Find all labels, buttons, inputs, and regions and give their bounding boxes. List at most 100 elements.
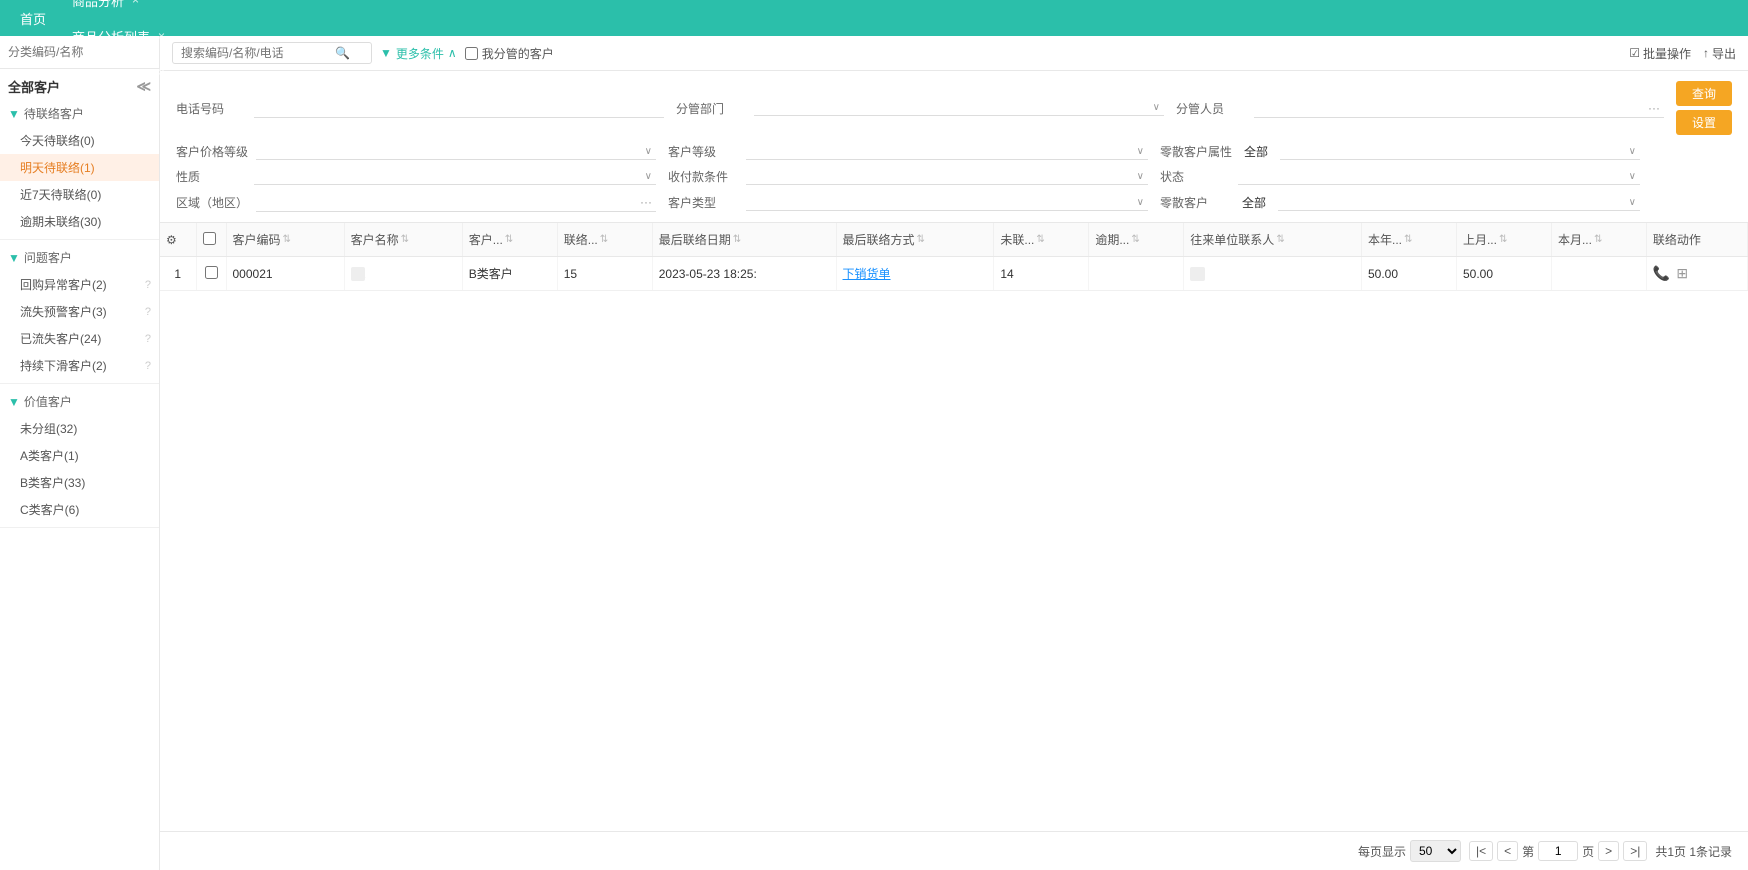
action-grid-icon[interactable]: ⊞ bbox=[1676, 265, 1688, 282]
sidebar-item-lost[interactable]: 已流失客户(24)? bbox=[0, 325, 159, 352]
col-overdue-label: 逾期... bbox=[1095, 231, 1129, 248]
filter-status-select[interactable]: ∨ bbox=[1238, 169, 1640, 185]
col-code-sort[interactable]: ⇅ bbox=[283, 234, 291, 245]
cell-contact-count: 15 bbox=[557, 257, 652, 291]
first-page-btn[interactable]: |< bbox=[1469, 841, 1493, 861]
nav-tab-close-product-analysis-list[interactable]: × bbox=[158, 29, 165, 43]
col-this-month-sort[interactable]: ⇅ bbox=[1594, 234, 1602, 245]
customer-name-masked: Ea bbox=[351, 267, 366, 281]
cell-last-contact-method[interactable]: 下销货单 bbox=[836, 257, 994, 291]
cell-overdue bbox=[1089, 257, 1184, 291]
settings-button[interactable]: 设置 bbox=[1676, 110, 1732, 135]
cell-this-month bbox=[1551, 257, 1646, 291]
filter-price-level-select[interactable]: ∨ bbox=[256, 144, 656, 160]
sidebar-group-value[interactable]: ▼价值客户 bbox=[0, 388, 159, 415]
nav-tab-product-analysis[interactable]: 商品分析× bbox=[60, 0, 177, 18]
filter-more-conditions[interactable]: ▼ 更多条件 ∧ bbox=[380, 45, 457, 62]
export-btn[interactable]: ↑ 导出 bbox=[1703, 45, 1736, 62]
filter-region-select[interactable]: ··· bbox=[256, 193, 656, 212]
filter-dept-select[interactable]: ∨ bbox=[754, 100, 1164, 116]
export-label: 导出 bbox=[1712, 45, 1736, 62]
col-checkbox[interactable] bbox=[196, 223, 226, 257]
filter-person-select[interactable]: ··· bbox=[1254, 99, 1664, 118]
sidebar-item-overdue[interactable]: 逾期未联络(30) bbox=[0, 208, 159, 235]
page-size-select[interactable]: 50 10 20 100 bbox=[1410, 840, 1461, 862]
filter-person-dots[interactable]: ··· bbox=[1648, 101, 1660, 115]
col-contact-count-label: 联络... bbox=[564, 231, 598, 248]
per-page-label: 每页显示 bbox=[1358, 843, 1406, 860]
table-body: 1 000021 Ea B类客户 15 2023-05-23 18:25: 下销… bbox=[160, 257, 1748, 291]
col-contact-count-sort[interactable]: ⇅ bbox=[600, 234, 608, 245]
col-type-sort[interactable]: ⇅ bbox=[505, 234, 513, 245]
filter-nature: 性质 ∨ bbox=[176, 168, 656, 185]
col-overdue-sort[interactable]: ⇅ bbox=[1131, 234, 1139, 245]
last-page-btn[interactable]: >| bbox=[1623, 841, 1647, 861]
bulk-ops-btn[interactable]: ☑ 批量操作 bbox=[1629, 45, 1691, 62]
group-title-problem: 问题客户 bbox=[24, 249, 72, 266]
sidebar-item-label-class-c: C类客户(6) bbox=[20, 501, 79, 518]
cell-last-contact-date: 2023-05-23 18:25: bbox=[652, 257, 836, 291]
col-action: 联络动作 bbox=[1646, 223, 1747, 257]
my-customers-checkbox[interactable] bbox=[465, 47, 478, 60]
filter-retail-attr-select[interactable]: ∨ bbox=[1280, 144, 1640, 160]
sidebar-item-tomorrow[interactable]: 明天待联络(1) bbox=[0, 154, 159, 181]
nav-tab-close-product-analysis[interactable]: × bbox=[132, 0, 139, 7]
sidebar-item-class-a[interactable]: A类客户(1) bbox=[0, 442, 159, 469]
sidebar-search-input[interactable] bbox=[8, 45, 160, 59]
col-name-label: 客户名称 bbox=[351, 231, 399, 248]
filter-chevron-up: ∧ bbox=[448, 46, 457, 60]
row-checkbox-0[interactable] bbox=[205, 266, 218, 279]
content-area: 🔍 ▼ 更多条件 ∧ 我分管的客户 ☑ 批量操作 ↑ 导出 bbox=[160, 36, 1748, 870]
pagination: |< < 第 页 > >| bbox=[1469, 841, 1647, 861]
filter-phone-input[interactable] bbox=[254, 99, 664, 118]
sidebar-item-today[interactable]: 今天待联络(0) bbox=[0, 127, 159, 154]
filter-dept: 分管部门 ∨ bbox=[676, 100, 1164, 117]
filter-retail-customer-select[interactable]: ∨ bbox=[1278, 195, 1640, 211]
filter-icon: ▼ bbox=[380, 46, 392, 60]
filter-search-input[interactable] bbox=[181, 46, 331, 60]
sidebar-item-repurchase-abnormal[interactable]: 回购异常客户(2)? bbox=[0, 271, 159, 298]
col-last-month-sort[interactable]: ⇅ bbox=[1499, 234, 1507, 245]
sidebar-group-problem[interactable]: ▼问题客户 bbox=[0, 244, 159, 271]
query-button[interactable]: 查询 bbox=[1676, 81, 1732, 106]
col-last-contact-date-sort[interactable]: ⇅ bbox=[733, 234, 741, 245]
action-phone-icon[interactable]: 📞 bbox=[1653, 265, 1670, 282]
sidebar-item-ungrouped[interactable]: 未分组(32) bbox=[0, 415, 159, 442]
filter-more-label: 更多条件 bbox=[396, 45, 444, 62]
col-partner-contact-sort[interactable]: ⇅ bbox=[1276, 234, 1284, 245]
col-name-sort[interactable]: ⇅ bbox=[401, 234, 409, 245]
filter-search-icon[interactable]: 🔍 bbox=[335, 46, 350, 60]
sidebar-item-continuous-down[interactable]: 持续下滑客户(2)? bbox=[0, 352, 159, 379]
my-customers-checkbox-area[interactable]: 我分管的客户 bbox=[465, 45, 554, 62]
filter-region-dots[interactable]: ··· bbox=[640, 195, 652, 209]
col-settings[interactable]: ⚙ bbox=[160, 223, 196, 257]
prev-page-btn[interactable]: < bbox=[1497, 841, 1518, 861]
nav-tab-close-customer-contact[interactable]: × bbox=[132, 101, 139, 115]
filter-payment-select[interactable]: ∨ bbox=[746, 169, 1148, 185]
filter-nature-select[interactable]: ∨ bbox=[254, 169, 656, 185]
select-all-checkbox[interactable] bbox=[203, 232, 216, 245]
col-this-year-sort[interactable]: ⇅ bbox=[1404, 234, 1412, 245]
data-table-container: ⚙ 客户编码 ⇅ 客户名称 bbox=[160, 223, 1748, 831]
filter-search-box[interactable]: 🔍 bbox=[172, 42, 372, 64]
next-page-btn[interactable]: > bbox=[1598, 841, 1619, 861]
col-settings-icon[interactable]: ⚙ bbox=[166, 233, 177, 247]
contact-method-link[interactable]: 下销货单 bbox=[843, 267, 891, 281]
col-no-contact-sort[interactable]: ⇅ bbox=[1036, 234, 1044, 245]
sidebar-item-week7[interactable]: 近7天待联络(0) bbox=[0, 181, 159, 208]
sidebar-item-label-class-a: A类客户(1) bbox=[20, 447, 79, 464]
nav-tab-close-customer-tier[interactable]: × bbox=[158, 65, 165, 79]
cell-checkbox[interactable] bbox=[196, 257, 226, 291]
sidebar-item-class-c[interactable]: C类客户(6) bbox=[0, 496, 159, 523]
page-label: 第 bbox=[1522, 843, 1534, 860]
col-no-contact-label: 未联... bbox=[1000, 231, 1034, 248]
sidebar-collapse-btn[interactable]: ≪ bbox=[136, 78, 151, 95]
col-last-contact-method-sort[interactable]: ⇅ bbox=[917, 234, 925, 245]
filter-customer-type-select[interactable]: ∨ bbox=[746, 195, 1148, 211]
nav-home[interactable]: 首页 bbox=[8, 0, 58, 36]
filter-customer-level-select[interactable]: ∨ bbox=[746, 144, 1148, 160]
sidebar-item-class-b[interactable]: B类客户(33) bbox=[0, 469, 159, 496]
sidebar-item-lost-risk[interactable]: 流失预警客户(3)? bbox=[0, 298, 159, 325]
cell-name: Ea bbox=[344, 257, 462, 291]
page-input[interactable] bbox=[1538, 841, 1578, 861]
